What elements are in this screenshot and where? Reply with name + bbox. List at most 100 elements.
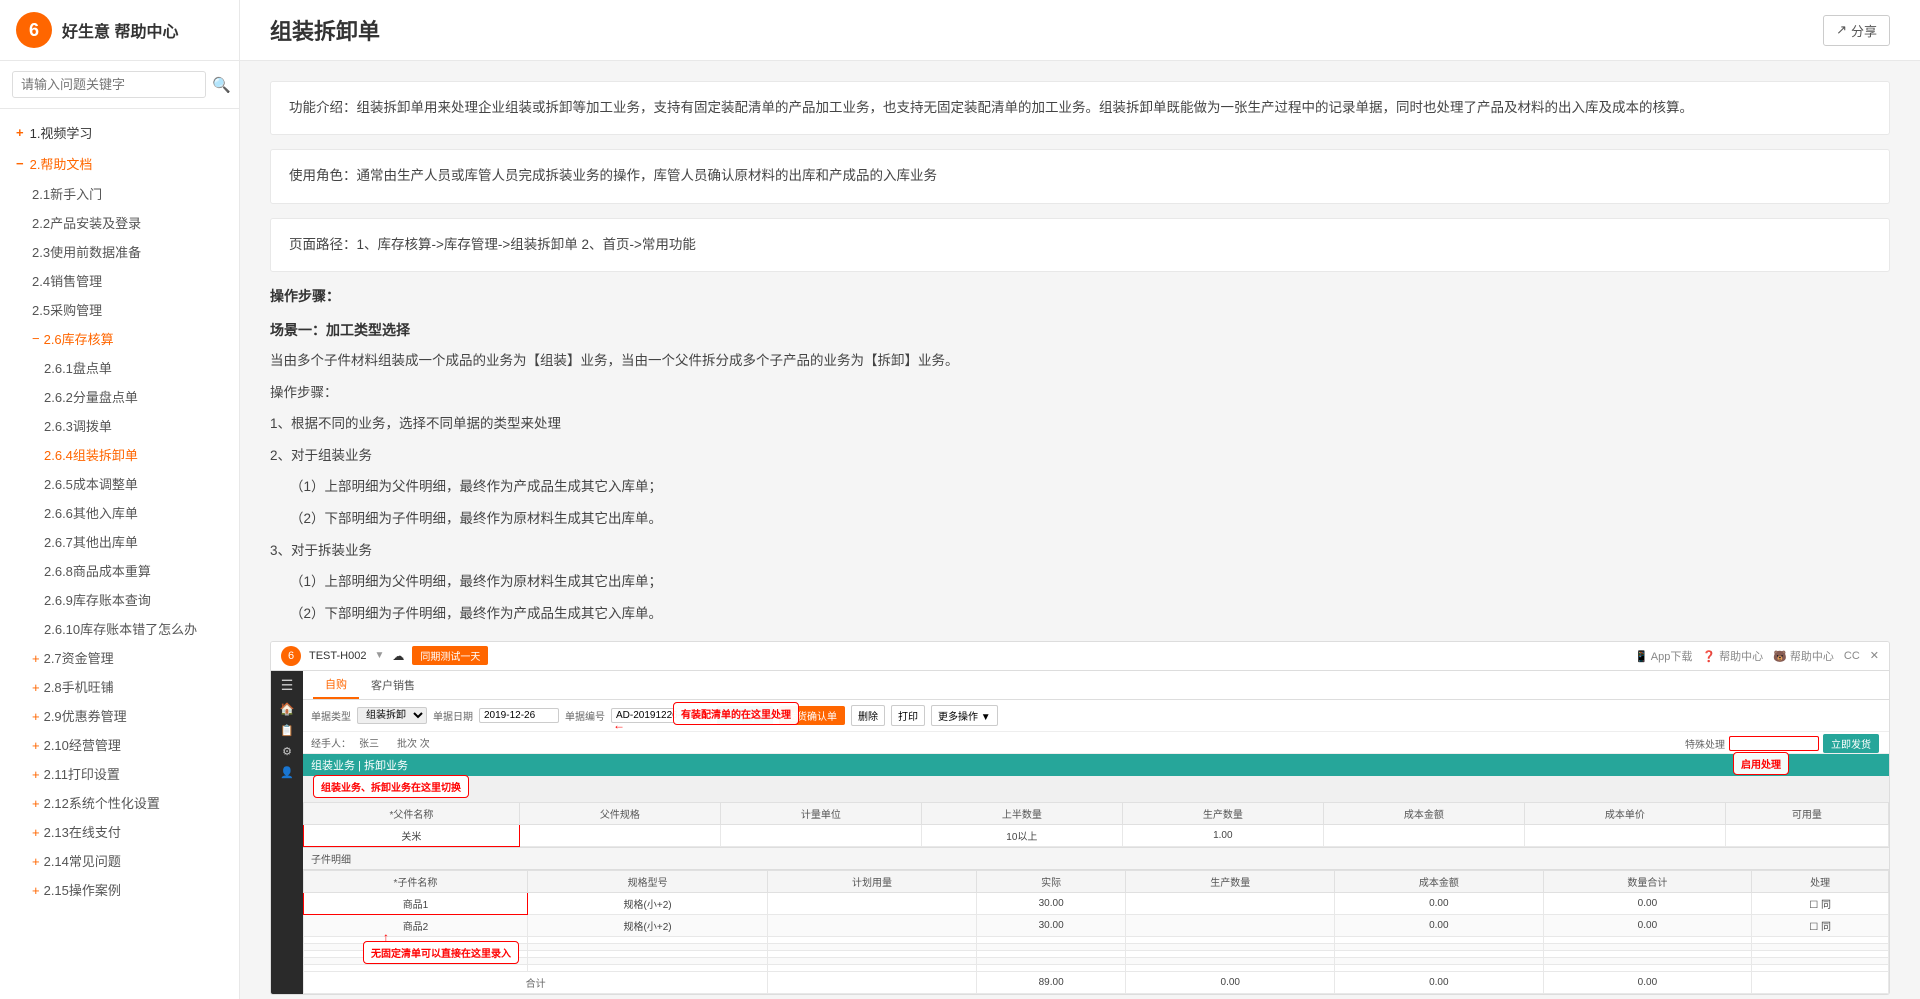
child-planned-2 (768, 914, 977, 936)
tab-zigou[interactable]: 自购 (313, 671, 359, 699)
info-num-label: 批次 次 (397, 735, 430, 750)
sidebar-item-assembly[interactable]: 2.6.4组装拆卸单 (0, 440, 239, 469)
plus-icon-29: + (32, 709, 40, 724)
sidebar-item-purchase[interactable]: 2.5采购管理 (0, 295, 239, 324)
app-close-icon[interactable]: ✕ (1870, 649, 1879, 662)
app-nav-icon4[interactable]: ⚙ (282, 745, 292, 758)
sidebar: 6 好生意 帮助中心 🔍 + 1.视频学习 − 2.帮助文档 2.1新手入门 2… (0, 0, 240, 999)
footer-empty1 (768, 971, 977, 993)
child-table: *子件名称 规格型号 计划用量 实际 生产数量 成本金额 数量合计 处理 (303, 870, 1889, 994)
sidebar-item-stocktake[interactable]: 2.6.1盘点单 (0, 353, 239, 382)
app-logo-inner: 6 (281, 646, 301, 666)
ops-steps-title: 操作步骤： (270, 380, 1890, 406)
sidebar-item-install[interactable]: 2.2产品安装及登录 (0, 208, 239, 237)
role-text: 使用角色：通常由生产人员或库管人员完成拆装业务的操作，库管人员确认原材料的出库和… (289, 168, 937, 183)
share-button[interactable]: ↗ 分享 (1823, 15, 1890, 46)
scene1-title: 场景一：加工类型选择 (270, 320, 1890, 340)
sidebar-item-other-in[interactable]: 2.6.6其他入库单 (0, 498, 239, 527)
table-row (304, 950, 1889, 957)
sidebar-item-faq[interactable]: +2.14常见问题 (0, 846, 239, 875)
step1: 1、根据不同的业务，选择不同单据的类型来处理 (270, 411, 1890, 437)
annotation-no-list: 无固定清单可以直接在这里录入 (363, 941, 519, 964)
collapse-icon: − (16, 156, 24, 171)
search-icon[interactable]: 🔍 (212, 76, 231, 94)
child-action-1: ☐ 同 (1752, 892, 1889, 914)
sidebar-item-payment[interactable]: +2.13在线支付 (0, 817, 239, 846)
table-row: 商品2 规格(小+2) 30.00 0.00 0.00 ☐ 同 (304, 914, 1889, 936)
intro-text: 功能介绍：组装拆卸单用来处理企业组装或拆卸等加工业务，支持有固定装配清单的产品加… (289, 100, 1693, 115)
right-field-input[interactable] (1729, 736, 1819, 751)
sidebar-item-label: 2.帮助文档 (30, 154, 93, 173)
table-row: 关米 10以上 1.00 (304, 824, 1889, 846)
step2: 2、对于组装业务 (270, 443, 1890, 469)
footer-empty4: 0.00 (1543, 971, 1752, 993)
btn-delete[interactable]: 删除 (851, 705, 885, 726)
sidebar-item-data-prep[interactable]: 2.3使用前数据准备 (0, 237, 239, 266)
sidebar-item-partial-stocktake[interactable]: 2.6.2分量盘点单 (0, 382, 239, 411)
share-icon: ↗ (1836, 22, 1847, 38)
sidebar-item-personalize[interactable]: +2.12系统个性化设置 (0, 788, 239, 817)
sidebar-item-video-learning[interactable]: + 1.视频学习 (0, 117, 239, 148)
annotation-assembly-list: 有装配清单的在这里处理 (673, 702, 799, 725)
sidebar-item-stock-ledger-fix[interactable]: 2.6.10库存账本错了怎么办 (0, 614, 239, 643)
sidebar-item-cases[interactable]: +2.15操作案例 (0, 875, 239, 904)
toolbar-type-select[interactable]: 组装拆卸 (357, 707, 427, 724)
app-nav-icon1[interactable]: ☰ (281, 677, 294, 694)
search-input[interactable] (12, 71, 206, 98)
sidebar-item-mobile[interactable]: +2.8手机旺铺 (0, 672, 239, 701)
search-box: 🔍 (0, 61, 239, 109)
parent-name-cell: 关米 (304, 824, 520, 846)
child-table-header: 子件明细 (303, 847, 1889, 870)
btn-right-action[interactable]: 立即发货 (1823, 734, 1879, 753)
sidebar-item-transfer[interactable]: 2.6.3调拨单 (0, 411, 239, 440)
sidebar-item-cost-adjust[interactable]: 2.6.5成本调整单 (0, 469, 239, 498)
col-parent-avail: 可用量 (1725, 802, 1888, 824)
sidebar-item-inventory[interactable]: − 2.6库存核算 (0, 324, 239, 353)
info-user-label: 经手人： (311, 735, 351, 750)
table-row: 商品1 规格(小+2) 30.00 0.00 0.00 ☐ 同 (304, 892, 1889, 914)
sidebar-item-ops[interactable]: +2.10经营管理 (0, 730, 239, 759)
sidebar-item-cost-recalc[interactable]: 2.6.8商品成本重算 (0, 556, 239, 585)
sidebar-item-coupon[interactable]: +2.9优惠券管理 (0, 701, 239, 730)
info-user-value: 张三 (359, 735, 379, 750)
toolbar-date-input[interactable] (479, 708, 559, 723)
app-topbar-right: 📱 App下载 ❓ 帮助中心 🐻 帮助中心 CC ✕ (1635, 648, 1879, 664)
sidebar-item-beginner[interactable]: 2.1新手入门 (0, 179, 239, 208)
child-name-2: 商品2 (304, 914, 528, 936)
app-test-id: TEST-H002 (309, 650, 366, 662)
child-total-1: 0.00 (1543, 892, 1752, 914)
step3-1: （1）上部明细为父件明细，最终作为原材料生成其它出库单； (290, 569, 1890, 595)
sidebar-item-stock-ledger[interactable]: 2.6.9库存账本查询 (0, 585, 239, 614)
app-period-btn[interactable]: 同期测试一天 (412, 646, 488, 665)
step2-2: （2）下部明细为子件明细，最终作为原材料生成其它出库单。 (290, 506, 1890, 532)
tab-kh[interactable]: 客户销售 (359, 672, 427, 698)
sidebar-item-finance[interactable]: +2.7资金管理 (0, 643, 239, 672)
app-nav-icon5[interactable]: 👤 (280, 766, 294, 779)
footer-empty2: 0.00 (1126, 971, 1335, 993)
col-child-cost: 成本金额 (1335, 870, 1544, 892)
btn-more[interactable]: 更多操作 ▼ (931, 705, 998, 726)
app-nav-icon3[interactable]: 📋 (280, 724, 294, 737)
col-child-qty: 生产数量 (1126, 870, 1335, 892)
app-main-area: 自购 客户销售 单据类型 组装拆卸 单据日期 单据编号 (303, 671, 1889, 994)
footer-empty5 (1752, 971, 1889, 993)
sidebar-item-sales[interactable]: 2.4销售管理 (0, 266, 239, 295)
toolbar-num-label: 单据编号 (565, 708, 605, 723)
col-parent-name: *父件名称 (304, 802, 520, 824)
app-logo: 6 (16, 12, 52, 48)
collapse-icon-26: − (32, 331, 40, 346)
btn-print[interactable]: 打印 (891, 705, 925, 726)
child-name-1: 商品1 (304, 892, 528, 914)
sidebar-item-other-out[interactable]: 2.6.7其他出库单 (0, 527, 239, 556)
sidebar-item-print[interactable]: +2.11打印设置 (0, 759, 239, 788)
child-actual-2: 30.00 (976, 914, 1126, 936)
parent-cost-cell (1323, 824, 1524, 846)
app-nav-icon2[interactable]: 🏠 (280, 702, 295, 716)
step2-1: （1）上部明细为父件明细，最终作为产成品生成其它入库单； (290, 474, 1890, 500)
parent-avail-cell (1725, 824, 1888, 846)
app-screenshot-container: 6 TEST-H002 ▼ ☁ 同期测试一天 📱 App下载 ❓ 帮助中心 🐻 … (270, 641, 1890, 995)
sidebar-item-help-docs[interactable]: − 2.帮助文档 (0, 148, 239, 179)
child-action-2: ☐ 同 (1752, 914, 1889, 936)
sidebar-item-label: 1.视频学习 (30, 123, 93, 142)
intro-box: 功能介绍：组装拆卸单用来处理企业组装或拆卸等加工业务，支持有固定装配清单的产品加… (270, 81, 1890, 135)
